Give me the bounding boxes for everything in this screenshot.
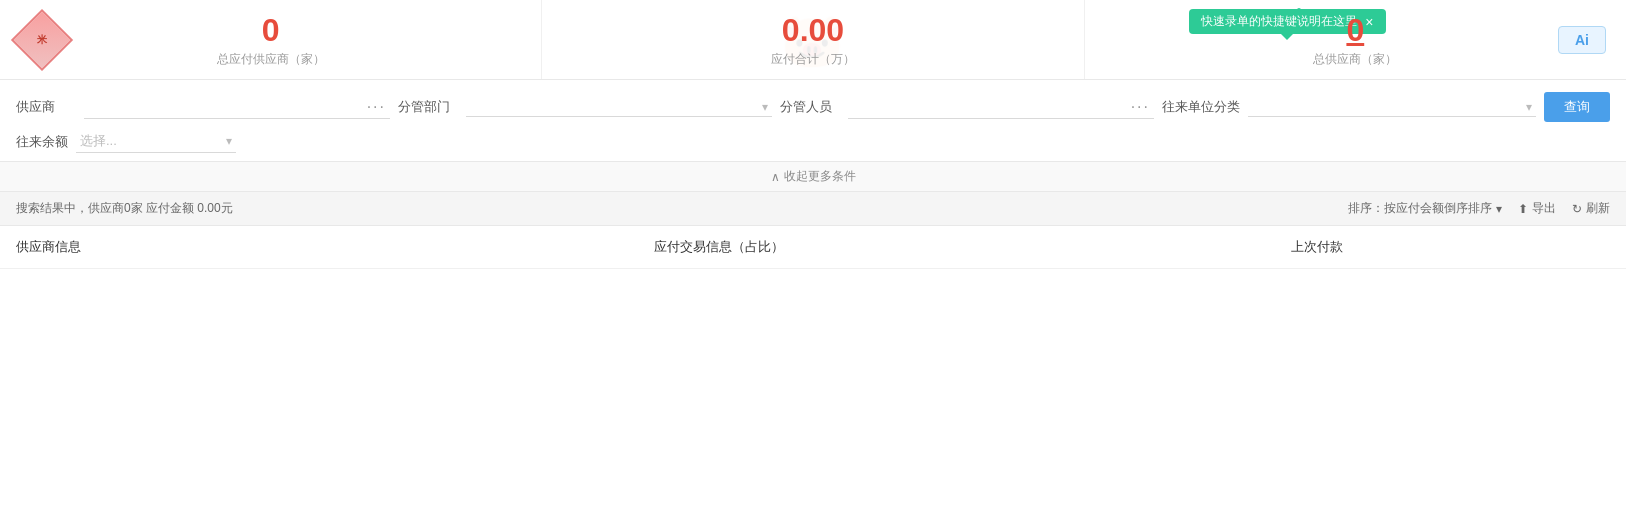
collapse-bar: ∧ 收起更多条件 xyxy=(0,162,1626,192)
department-select[interactable]: ▾ xyxy=(466,98,772,117)
filter-supplier: 供应商 ··· xyxy=(16,96,398,119)
department-label: 分管部门 xyxy=(398,98,458,116)
person-input-wrap[interactable]: ··· xyxy=(848,96,1154,119)
query-button[interactable]: 查询 xyxy=(1544,92,1610,122)
sort-label: 排序：按应付会额倒序排序 xyxy=(1348,200,1492,217)
balance-placeholder: 选择... xyxy=(80,132,226,150)
refresh-label: 刷新 xyxy=(1586,200,1610,217)
refresh-icon: ↻ xyxy=(1572,202,1582,216)
table-content xyxy=(0,269,1626,515)
ai-badge[interactable]: Ai xyxy=(1558,26,1606,54)
supplier-label: 供应商 xyxy=(16,98,76,116)
sort-chevron-icon: ▾ xyxy=(1496,202,1502,216)
collapse-label: 收起更多条件 xyxy=(784,168,856,185)
diamond-icon: 米 xyxy=(20,18,64,62)
sort-select[interactable]: 排序：按应付会额倒序排序 ▾ xyxy=(1348,200,1502,217)
table-header: 供应商信息 应付交易信息（占比） 上次付款 xyxy=(0,226,1626,269)
filter-unit-category: 往来单位分类 ▾ xyxy=(1162,98,1544,117)
results-info: 搜索结果中，供应商0家 应付金额 0.00元 xyxy=(16,200,233,217)
collapse-up-icon: ∧ xyxy=(771,170,780,184)
export-button[interactable]: ⬆ 导出 xyxy=(1518,200,1556,217)
balance-label: 往来余额 xyxy=(16,133,76,151)
payable-suppliers-label: 总应付供应商（家） xyxy=(217,51,325,68)
tooltip-wrapper: 快速录单的快捷键说明在这里 × xyxy=(1235,4,1303,14)
unit-category-select[interactable]: ▾ xyxy=(1248,98,1536,117)
collapse-button[interactable]: ∧ 收起更多条件 xyxy=(771,168,856,185)
filter-row-1: 供应商 ··· 分管部门 ▾ 分管人员 ··· 往来单位分类 xyxy=(16,92,1610,122)
balance-chevron-icon: ▾ xyxy=(226,134,232,148)
col-header-transaction-info: 应付交易信息（占比） xyxy=(654,238,1292,256)
filter-bar: 供应商 ··· 分管部门 ▾ 分管人员 ··· 往来单位分类 xyxy=(0,80,1626,162)
total-suppliers-count: 0 xyxy=(1346,11,1364,49)
person-label: 分管人员 xyxy=(780,98,840,116)
payable-total-amount: 0.00 xyxy=(782,11,844,49)
total-suppliers-label: 总供应商（家） xyxy=(1313,51,1397,68)
supplier-more-icon[interactable]: ··· xyxy=(367,98,386,116)
refresh-button[interactable]: ↻ 刷新 xyxy=(1572,200,1610,217)
filter-row-2: 往来余额 选择... ▾ xyxy=(16,130,1610,153)
filter-department: 分管部门 ▾ xyxy=(398,98,780,117)
supplier-input[interactable] xyxy=(88,99,367,114)
person-input[interactable] xyxy=(852,99,1131,114)
department-chevron-icon: ▾ xyxy=(762,100,768,114)
results-actions: 排序：按应付会额倒序排序 ▾ ⬆ 导出 ↻ 刷新 xyxy=(1348,200,1610,217)
unit-category-chevron-icon: ▾ xyxy=(1526,100,1532,114)
person-more-icon[interactable]: ··· xyxy=(1131,98,1150,116)
results-bar: 搜索结果中，供应商0家 应付金额 0.00元 排序：按应付会额倒序排序 ▾ ⬆ … xyxy=(0,192,1626,226)
col-header-supplier-info: 供应商信息 xyxy=(16,238,654,256)
filter-person: 分管人员 ··· xyxy=(780,96,1162,119)
summary-bar: 米 0 总应付供应商（家） 🐷 0.00 应付合计（万） 快速录单的快捷键说明在… xyxy=(0,0,1626,80)
payable-suppliers-count: 0 xyxy=(262,11,280,49)
col-header-last-payment: 上次付款 xyxy=(1291,238,1610,256)
export-label: 导出 xyxy=(1532,200,1556,217)
unit-category-label: 往来单位分类 xyxy=(1162,98,1240,116)
summary-card-payable-total: 🐷 0.00 应付合计（万） xyxy=(542,0,1084,79)
balance-select[interactable]: 选择... ▾ xyxy=(76,130,236,153)
summary-card-suppliers-payable: 米 0 总应付供应商（家） xyxy=(0,0,542,79)
summary-card-total-suppliers: 快速录单的快捷键说明在这里 × 0 总供应商（家） Ai xyxy=(1085,0,1626,79)
payable-total-label: 应付合计（万） xyxy=(771,51,855,68)
export-icon: ⬆ xyxy=(1518,202,1528,216)
supplier-input-wrap[interactable]: ··· xyxy=(84,96,390,119)
